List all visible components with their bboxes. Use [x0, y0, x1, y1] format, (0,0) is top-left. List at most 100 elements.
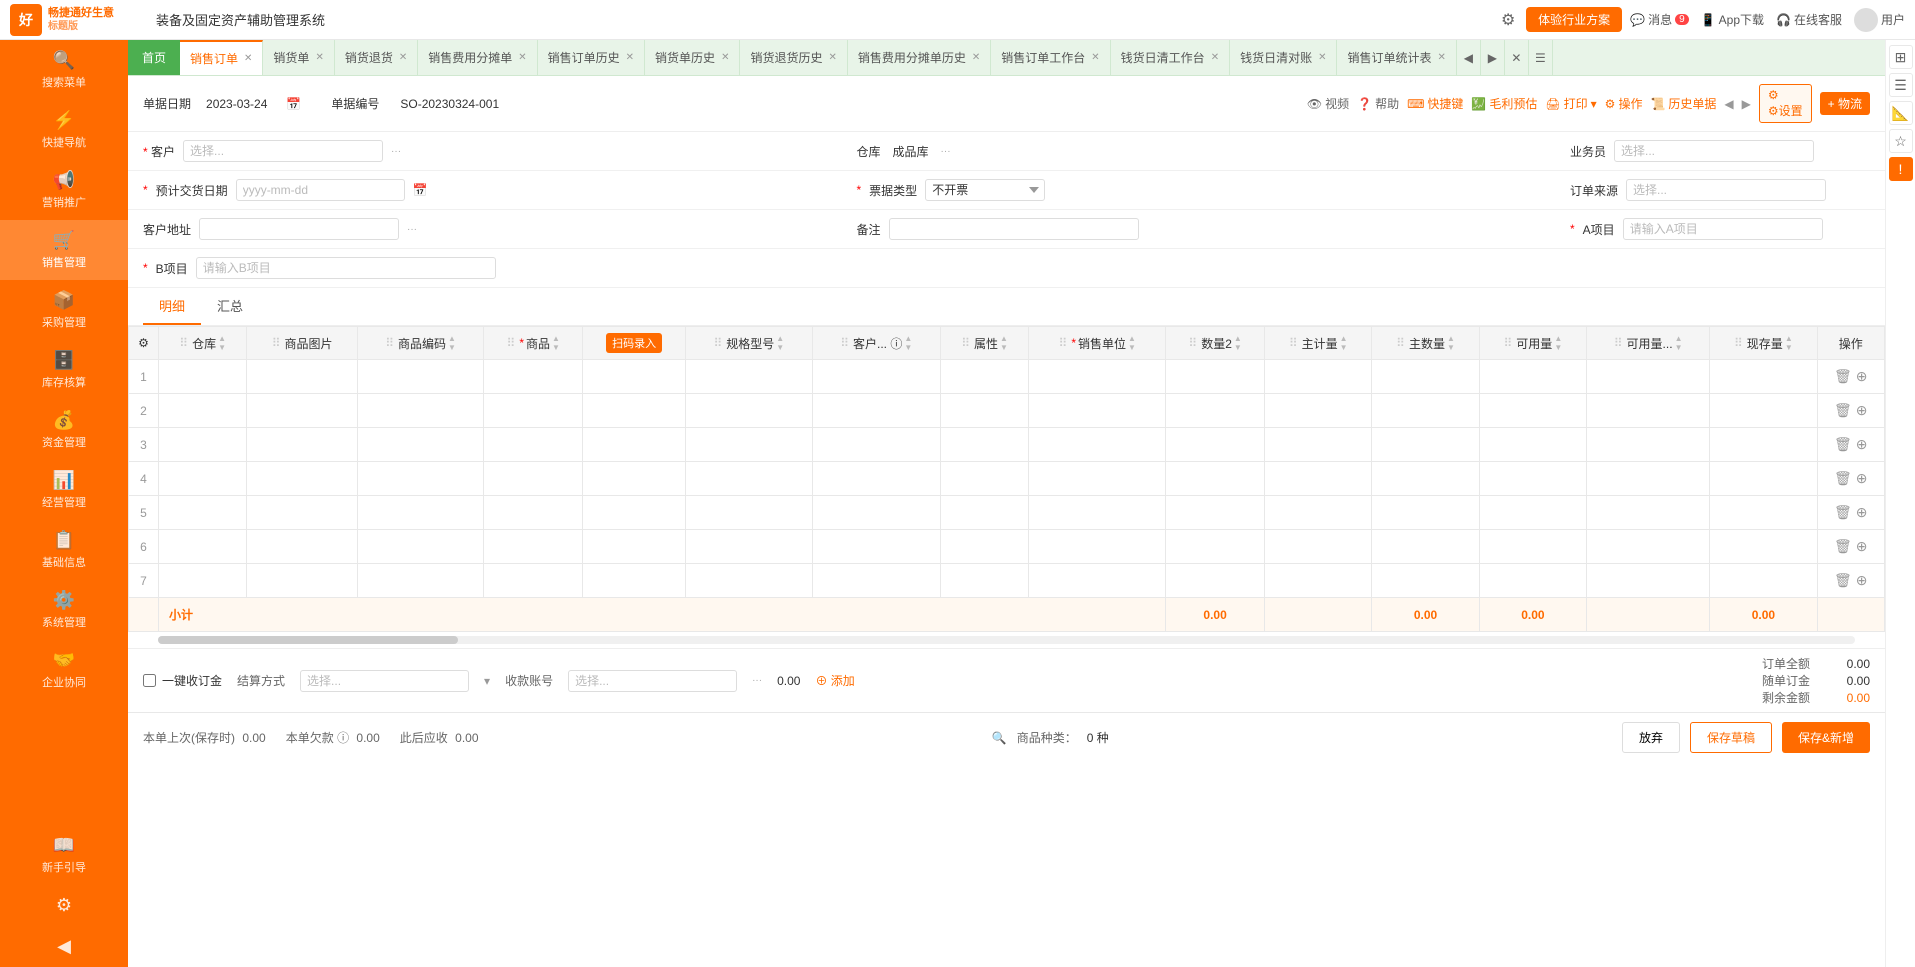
sidebar-item-collapse[interactable]: ◀ [0, 926, 128, 967]
tab-close-expense-history[interactable]: ✕ [972, 52, 980, 63]
tab-close-all-btn[interactable]: ✕ [1505, 40, 1529, 76]
sidebar-item-finance[interactable]: 💰 资金管理 [0, 400, 128, 460]
customer-input[interactable] [183, 140, 383, 162]
sidebar-item-cooperation[interactable]: 🤝 企业协同 [0, 640, 128, 700]
tab-close-cash-reconcile[interactable]: ✕ [1318, 52, 1326, 63]
tab-sales-invoice[interactable]: 销货单 ✕ [263, 40, 334, 76]
tab-close-sales-stats[interactable]: ✕ [1438, 52, 1446, 63]
print-btn[interactable]: 🖨 打印 ▾ [1545, 95, 1596, 112]
help-link[interactable]: ❓ 帮助 [1357, 95, 1399, 112]
row-delete-btn[interactable]: 🗑 [1834, 402, 1852, 419]
tab-close-sales-return-history[interactable]: ✕ [828, 52, 836, 63]
payment-method-input[interactable] [300, 670, 469, 692]
discard-btn[interactable]: 放弃 [1622, 722, 1680, 753]
row-delete-btn[interactable]: 🗑 [1834, 436, 1852, 453]
tab-close-cash-workbench[interactable]: ✕ [1211, 52, 1219, 63]
save-new-btn[interactable]: 保存&新增 [1782, 722, 1870, 753]
shortcut-link[interactable]: ⌨ 快捷键 [1407, 95, 1463, 112]
nav-prev[interactable]: ◀ [1724, 97, 1733, 111]
row-copy-btn[interactable]: ⊕ [1856, 402, 1868, 419]
gear-button[interactable]: ⚙ [1496, 8, 1520, 32]
row-delete-btn[interactable]: 🗑 [1834, 538, 1852, 555]
tab-sales-stats[interactable]: 销售订单统计表 ✕ [1337, 40, 1456, 76]
sidebar-item-quicknav[interactable]: ⚡ 快捷导航 [0, 100, 128, 160]
rp-grid-btn[interactable]: ⊞ [1889, 45, 1913, 69]
tab-close-sales-order-history[interactable]: ✕ [626, 52, 634, 63]
tab-home[interactable]: 首页 [128, 40, 180, 76]
row-copy-btn[interactable]: ⊕ [1856, 504, 1868, 521]
tab-detail[interactable]: 明细 [143, 288, 201, 325]
tab-summary[interactable]: 汇总 [201, 288, 259, 325]
notes-input[interactable] [889, 218, 1139, 240]
sidebar-item-sales[interactable]: 🛒 销售管理 [0, 220, 128, 280]
tab-prev-btn[interactable]: ◀ [1457, 40, 1481, 76]
scrollbar-track[interactable] [158, 636, 1855, 644]
warehouse-dots[interactable]: ··· [941, 146, 951, 157]
row-delete-btn[interactable]: 🗑 [1834, 368, 1852, 385]
address-dots[interactable]: ··· [407, 224, 417, 235]
tab-close-sales-invoice[interactable]: ✕ [315, 52, 323, 63]
sidebar-item-search[interactable]: 🔍 搜索菜单 [0, 40, 128, 100]
rp-alert-btn[interactable]: ! [1889, 157, 1913, 181]
row-copy-btn[interactable]: ⊕ [1856, 470, 1868, 487]
sidebar-item-marketing[interactable]: 📢 营销推广 [0, 160, 128, 220]
view-link[interactable]: 👁 视频 [1307, 95, 1349, 112]
tab-sales-expense[interactable]: 销售费用分摊单 ✕ [418, 40, 537, 76]
tab-cash-reconcile[interactable]: 钱货日清对账 ✕ [1230, 40, 1337, 76]
a-project-input[interactable] [1623, 218, 1823, 240]
rp-ruler-btn[interactable]: 📐 [1889, 101, 1913, 125]
tab-next-btn[interactable]: ▶ [1481, 40, 1505, 76]
row-delete-btn[interactable]: 🗑 [1834, 470, 1852, 487]
sidebar-item-basic-info[interactable]: 📋 基础信息 [0, 520, 128, 580]
sidebar-item-guide[interactable]: 📖 新手引导 [0, 825, 128, 885]
row-copy-btn[interactable]: ⊕ [1856, 436, 1868, 453]
tab-close-sales-invoice-history[interactable]: ✕ [721, 52, 729, 63]
setting-btn[interactable]: ⚙ ⚙设置 [1759, 84, 1812, 123]
row-delete-btn[interactable]: 🗑 [1834, 572, 1852, 589]
tab-close-order-workbench[interactable]: ✕ [1091, 52, 1099, 63]
rp-star-btn[interactable]: ☆ [1889, 129, 1913, 153]
operate-btn[interactable]: ⚙ 操作 [1605, 95, 1643, 112]
tab-close-sales-return[interactable]: ✕ [399, 52, 407, 63]
row-delete-btn[interactable]: 🗑 [1834, 504, 1852, 521]
history-link[interactable]: 📜 历史单据 [1650, 95, 1716, 112]
invoice-select[interactable]: 不开票 增值税专用发票 增值税普通发票 [925, 179, 1045, 201]
tab-sales-return[interactable]: 销货退货 ✕ [335, 40, 418, 76]
rp-list-btn[interactable]: ☰ [1889, 73, 1913, 97]
salesperson-input[interactable] [1614, 140, 1814, 162]
sidebar-item-system[interactable]: ⚙️ 系统管理 [0, 580, 128, 640]
auto-confirm-checkbox[interactable] [143, 674, 156, 687]
tab-close-sales-order[interactable]: ✕ [244, 53, 252, 64]
industry-btn[interactable]: 体验行业方案 [1526, 7, 1622, 32]
app-download-btn[interactable]: 📱 App下载 [1701, 11, 1764, 28]
nav-next[interactable]: ▶ [1742, 97, 1751, 111]
delivery-input[interactable] [236, 179, 405, 201]
profit-link[interactable]: 💹 毛利预估 [1471, 95, 1537, 112]
order-source-input[interactable] [1626, 179, 1826, 201]
save-draft-btn[interactable]: 保存草稿 [1690, 722, 1772, 753]
add-logistics-btn[interactable]: + 物流 [1820, 92, 1870, 115]
user-btn[interactable]: 用户 [1854, 8, 1905, 32]
account-dots[interactable]: ··· [752, 675, 762, 686]
th-settings[interactable]: ⚙ [129, 327, 159, 360]
customer-dots[interactable]: ··· [391, 146, 401, 157]
tab-cash-workbench[interactable]: 钱货日清工作台 ✕ [1111, 40, 1230, 76]
tab-expense-history[interactable]: 销售费用分摊单历史 ✕ [848, 40, 991, 76]
sidebar-item-inventory[interactable]: 🗄️ 库存核算 [0, 340, 128, 400]
online-service-btn[interactable]: 🎧 在线客服 [1776, 11, 1842, 28]
notification-btn[interactable]: 💬 消息 9 [1630, 11, 1689, 28]
address-input[interactable] [199, 218, 399, 240]
sidebar-item-purchase[interactable]: 📦 采购管理 [0, 280, 128, 340]
row-copy-btn[interactable]: ⊕ [1856, 572, 1868, 589]
scan-btn[interactable]: 扫码录入 [606, 333, 662, 353]
add-row-btn[interactable]: ⊕ 添加 [815, 672, 854, 689]
row-copy-btn[interactable]: ⊕ [1856, 538, 1868, 555]
tab-sales-order-history[interactable]: 销售订单历史 ✕ [538, 40, 645, 76]
tab-sales-order[interactable]: 销售订单 ✕ [180, 40, 263, 76]
tab-menu-btn[interactable]: ☰ [1529, 40, 1553, 76]
account-input[interactable] [568, 670, 737, 692]
sidebar-item-operations[interactable]: 📊 经营管理 [0, 460, 128, 520]
row-copy-btn[interactable]: ⊕ [1856, 368, 1868, 385]
sidebar-item-settings-bottom[interactable]: ⚙ [0, 885, 128, 926]
tab-order-workbench[interactable]: 销售订单工作台 ✕ [991, 40, 1110, 76]
